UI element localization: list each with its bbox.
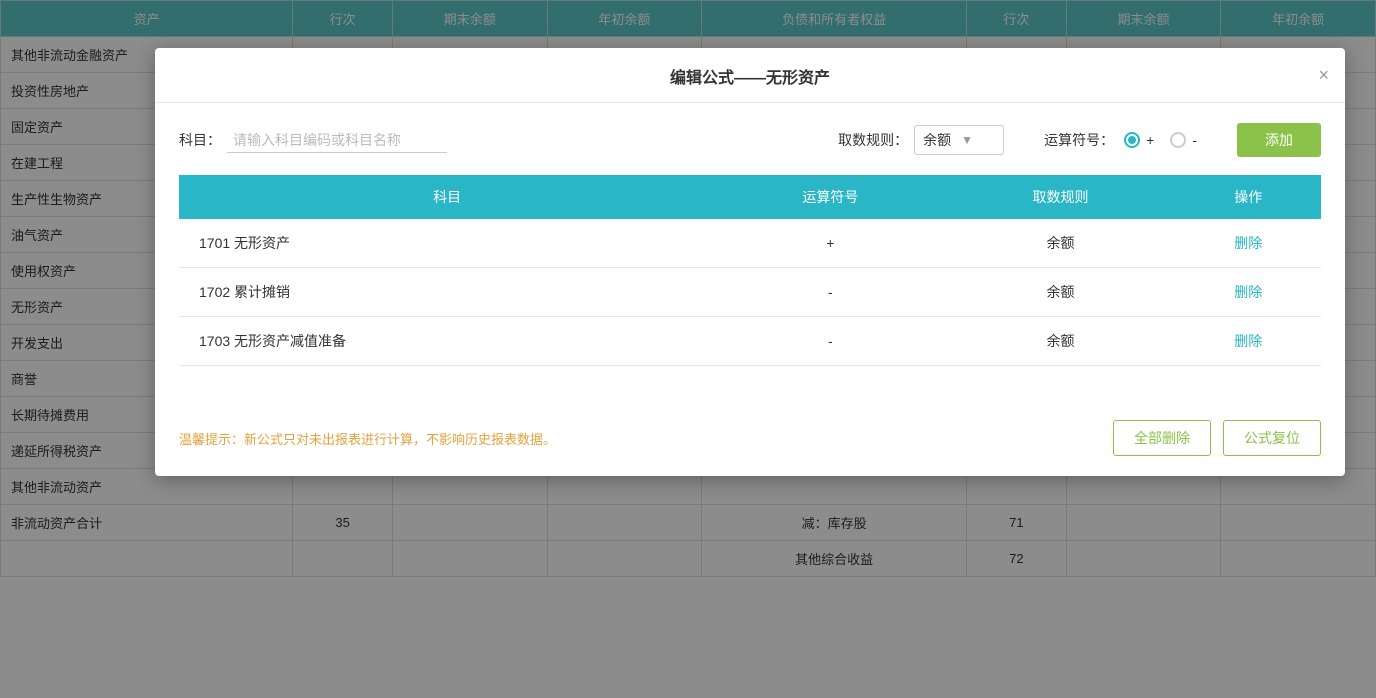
formula-rule-cell: 余额 xyxy=(945,219,1175,268)
formula-subject-cell: 1701 无形资产 xyxy=(179,219,715,268)
subject-label: 科目： xyxy=(179,130,221,150)
reset-formula-button[interactable]: 公式复位 xyxy=(1223,420,1321,456)
hint-text: 温馨提示：新公式只对未出报表进行计算，不影响历史报表数据。 xyxy=(179,429,556,448)
formula-action-cell: 删除 xyxy=(1176,219,1321,268)
radio-minus-circle xyxy=(1170,132,1186,148)
delete-row-link[interactable]: 删除 xyxy=(1234,235,1262,251)
radio-plus-circle xyxy=(1124,132,1140,148)
radio-minus-item[interactable]: - xyxy=(1170,132,1197,148)
radio-plus-item[interactable]: + xyxy=(1124,132,1154,148)
modal-title: 编辑公式——无形资产 xyxy=(670,64,830,88)
radio-group: + - xyxy=(1124,132,1197,148)
takeshu-label: 取数规则： xyxy=(838,130,908,150)
modal-close-button[interactable]: × xyxy=(1318,66,1329,84)
dropdown-arrow-icon: ▼ xyxy=(961,133,973,147)
th-operator: 运算符号 xyxy=(715,175,945,219)
yunsuanfuhao-label: 运算符号： xyxy=(1044,130,1114,150)
takeshu-value: 余额 xyxy=(923,130,951,150)
add-button[interactable]: 添加 xyxy=(1237,123,1321,157)
formula-operator-cell: - xyxy=(715,268,945,317)
table-header-row: 科目 运算符号 取数规则 操作 xyxy=(179,175,1321,219)
radio-plus-label: + xyxy=(1146,132,1154,148)
formula-rule-cell: 余额 xyxy=(945,317,1175,366)
formula-rule-cell: 余额 xyxy=(945,268,1175,317)
formula-subject-cell: 1702 累计摊销 xyxy=(179,268,715,317)
formula-operator-cell: - xyxy=(715,317,945,366)
th-action: 操作 xyxy=(1176,175,1321,219)
delete-row-link[interactable]: 删除 xyxy=(1234,284,1262,300)
subject-input[interactable] xyxy=(227,128,447,153)
form-row: 科目： 取数规则： 余额 ▼ 运算符号： + - 添加 xyxy=(179,123,1321,157)
delete-all-button[interactable]: 全部删除 xyxy=(1113,420,1211,456)
th-subject: 科目 xyxy=(179,175,715,219)
formula-table-row: 1703 无形资产减值准备-余额 删除 xyxy=(179,317,1321,366)
formula-table: 科目 运算符号 取数规则 操作 1701 无形资产+余额删除1702 累计摊销-… xyxy=(179,175,1321,366)
radio-minus-label: - xyxy=(1192,132,1197,148)
modal-header: 编辑公式——无形资产 × xyxy=(155,48,1345,103)
modal-dialog: 编辑公式——无形资产 × 科目： 取数规则： 余额 ▼ 运算符号： + - xyxy=(155,48,1345,476)
formula-table-row: 1701 无形资产+余额 删除 xyxy=(179,219,1321,268)
modal-body: 科目： 取数规则： 余额 ▼ 运算符号： + - 添加 xyxy=(155,103,1345,406)
formula-action-cell: 删除 xyxy=(1176,317,1321,366)
takeshu-select[interactable]: 余额 ▼ xyxy=(914,125,1004,155)
formula-subject-cell: 1703 无形资产减值准备 xyxy=(179,317,715,366)
formula-operator-cell: + xyxy=(715,219,945,268)
formula-table-row: 1702 累计摊销-余额 删除 xyxy=(179,268,1321,317)
modal-footer: 温馨提示：新公式只对未出报表进行计算，不影响历史报表数据。 全部删除 公式复位 xyxy=(155,406,1345,476)
delete-row-link[interactable]: 删除 xyxy=(1234,333,1262,349)
footer-buttons: 全部删除 公式复位 xyxy=(1113,420,1321,456)
formula-action-cell: 删除 xyxy=(1176,268,1321,317)
th-rule: 取数规则 xyxy=(945,175,1175,219)
